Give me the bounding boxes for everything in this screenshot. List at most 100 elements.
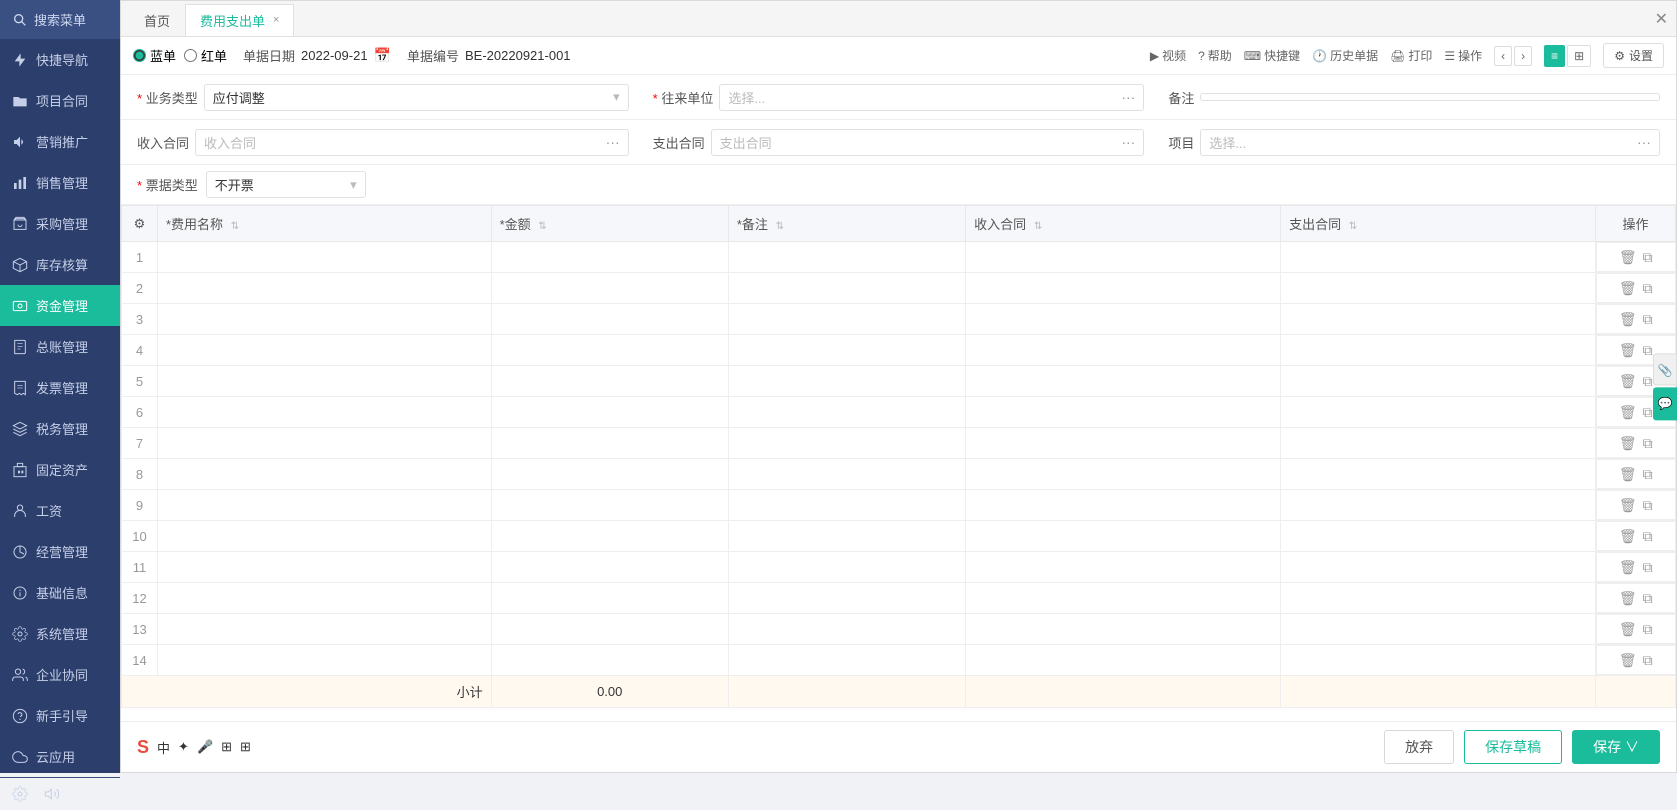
delete-icon[interactable]: 🗑 (1619, 435, 1637, 452)
cell-income-contract[interactable] (966, 459, 1281, 490)
cell-expense-contract[interactable] (1281, 645, 1596, 676)
volume-icon[interactable] (44, 786, 60, 802)
save-button[interactable]: 保存 ∨ (1572, 730, 1660, 764)
delete-icon[interactable]: 🗑 (1619, 497, 1637, 514)
cell-note[interactable] (728, 273, 965, 304)
project-input[interactable]: 选择... ··· (1200, 129, 1660, 156)
cell-income-contract[interactable] (966, 645, 1281, 676)
cell-expense-name[interactable] (158, 490, 492, 521)
cell-note[interactable] (728, 242, 965, 273)
delete-icon[interactable]: 🗑 (1619, 621, 1637, 638)
nav-next-button[interactable]: › (1514, 46, 1532, 66)
cell-expense-contract[interactable] (1281, 614, 1596, 645)
cell-expense-name[interactable] (158, 304, 492, 335)
copy-icon[interactable]: ⧉ (1643, 280, 1653, 297)
sidebar-item-marketing[interactable]: 营销推广 (0, 121, 120, 162)
copy-icon[interactable]: ⧉ (1643, 249, 1653, 266)
copy-icon[interactable]: ⧉ (1643, 342, 1653, 359)
cell-expense-name[interactable] (158, 242, 492, 273)
cell-note[interactable] (728, 459, 965, 490)
copy-icon[interactable]: ⧉ (1643, 404, 1653, 421)
delete-icon[interactable]: 🗑 (1619, 590, 1637, 607)
sidebar-item-new-guide[interactable]: 新手引导 (0, 695, 120, 736)
view-grid-button[interactable]: ⊞ (1567, 45, 1591, 67)
action-help[interactable]: ? 帮助 (1198, 47, 1232, 64)
cell-amount[interactable] (491, 428, 728, 459)
discard-button[interactable]: 放弃 (1384, 730, 1454, 764)
cell-expense-contract[interactable] (1281, 242, 1596, 273)
cell-expense-contract[interactable] (1281, 335, 1596, 366)
cell-note[interactable] (728, 552, 965, 583)
delete-icon[interactable]: 🗑 (1619, 311, 1637, 328)
delete-icon[interactable]: 🗑 (1619, 528, 1637, 545)
delete-icon[interactable]: 🗑 (1619, 280, 1637, 297)
cell-expense-name[interactable] (158, 521, 492, 552)
cell-income-contract[interactable] (966, 242, 1281, 273)
cell-income-contract[interactable] (966, 583, 1281, 614)
cell-expense-name[interactable] (158, 366, 492, 397)
cell-amount[interactable] (491, 614, 728, 645)
income-dots[interactable]: ··· (606, 134, 620, 150)
sidebar-item-system-mgmt[interactable]: 系统管理 (0, 613, 120, 654)
copy-icon[interactable]: ⧉ (1643, 528, 1653, 545)
gear-column-icon[interactable]: ⚙ (134, 216, 146, 231)
cell-expense-name[interactable] (158, 552, 492, 583)
delete-icon[interactable]: 🗑 (1619, 373, 1637, 390)
cell-note[interactable] (728, 304, 965, 335)
col-expense-contract[interactable]: 支出合同 ⇅ (1281, 206, 1596, 242)
cell-amount[interactable] (491, 366, 728, 397)
chat-tab[interactable]: 💬 (1653, 388, 1677, 421)
cell-expense-name[interactable] (158, 459, 492, 490)
nav-prev-button[interactable]: ‹ (1494, 46, 1512, 66)
copy-icon[interactable]: ⧉ (1643, 311, 1653, 328)
sidebar-search[interactable]: 搜索菜单 (0, 0, 120, 39)
counterpart-input[interactable]: 选择... ··· (719, 84, 1144, 111)
cell-expense-contract[interactable] (1281, 521, 1596, 552)
radio-blue-input[interactable] (133, 49, 146, 62)
sidebar-item-sales-mgmt[interactable]: 销售管理 (0, 162, 120, 203)
cell-expense-contract[interactable] (1281, 428, 1596, 459)
counterpart-dots[interactable]: ··· (1121, 89, 1135, 105)
delete-icon[interactable]: 🗑 (1619, 466, 1637, 483)
cell-amount[interactable] (491, 583, 728, 614)
cell-expense-name[interactable] (158, 583, 492, 614)
col-note[interactable]: *备注 ⇅ (728, 206, 965, 242)
cell-income-contract[interactable] (966, 366, 1281, 397)
cell-note[interactable] (728, 490, 965, 521)
cell-expense-contract[interactable] (1281, 366, 1596, 397)
cell-expense-contract[interactable] (1281, 304, 1596, 335)
copy-icon[interactable]: ⧉ (1643, 497, 1653, 514)
copy-icon[interactable]: ⧉ (1643, 590, 1653, 607)
copy-icon[interactable]: ⧉ (1643, 435, 1653, 452)
radio-blue[interactable]: 蓝单 (133, 46, 176, 65)
action-video[interactable]: ▶ 视频 (1150, 47, 1186, 64)
sidebar-item-quick-nav[interactable]: 快捷导航 (0, 39, 120, 80)
cell-note[interactable] (728, 335, 965, 366)
cell-income-contract[interactable] (966, 490, 1281, 521)
cell-expense-name[interactable] (158, 335, 492, 366)
income-contract-input[interactable]: 收入合同 ··· (195, 129, 629, 156)
col-gear[interactable]: ⚙ (122, 206, 158, 242)
copy-icon[interactable]: ⧉ (1643, 652, 1653, 669)
expense-contract-input[interactable]: 支出合同 ··· (711, 129, 1145, 156)
copy-icon[interactable]: ⧉ (1643, 373, 1653, 390)
copy-icon[interactable]: ⧉ (1643, 621, 1653, 638)
copy-icon[interactable]: ⧉ (1643, 559, 1653, 576)
delete-icon[interactable]: 🗑 (1619, 342, 1637, 359)
cell-expense-name[interactable] (158, 645, 492, 676)
sidebar-item-enterprise[interactable]: 企业协同 (0, 654, 120, 695)
tab-expense-form[interactable]: 费用支出单 × (185, 4, 294, 36)
cell-note[interactable] (728, 614, 965, 645)
action-history[interactable]: 🕐 历史单据 (1312, 47, 1378, 64)
radio-red-input[interactable] (184, 49, 197, 62)
attachment-tab[interactable]: 📎 (1653, 353, 1677, 386)
col-amount[interactable]: *金额 ⇅ (491, 206, 728, 242)
delete-icon[interactable]: 🗑 (1619, 249, 1637, 266)
cell-note[interactable] (728, 645, 965, 676)
sidebar-item-payroll[interactable]: 工资 (0, 490, 120, 531)
cell-expense-contract[interactable] (1281, 273, 1596, 304)
sidebar-item-project-contract[interactable]: 项目合同 (0, 80, 120, 121)
business-type-select[interactable]: 应付调整 ▾ (204, 84, 629, 111)
sidebar-item-accounting[interactable]: 总账管理 (0, 326, 120, 367)
cell-expense-name[interactable] (158, 273, 492, 304)
